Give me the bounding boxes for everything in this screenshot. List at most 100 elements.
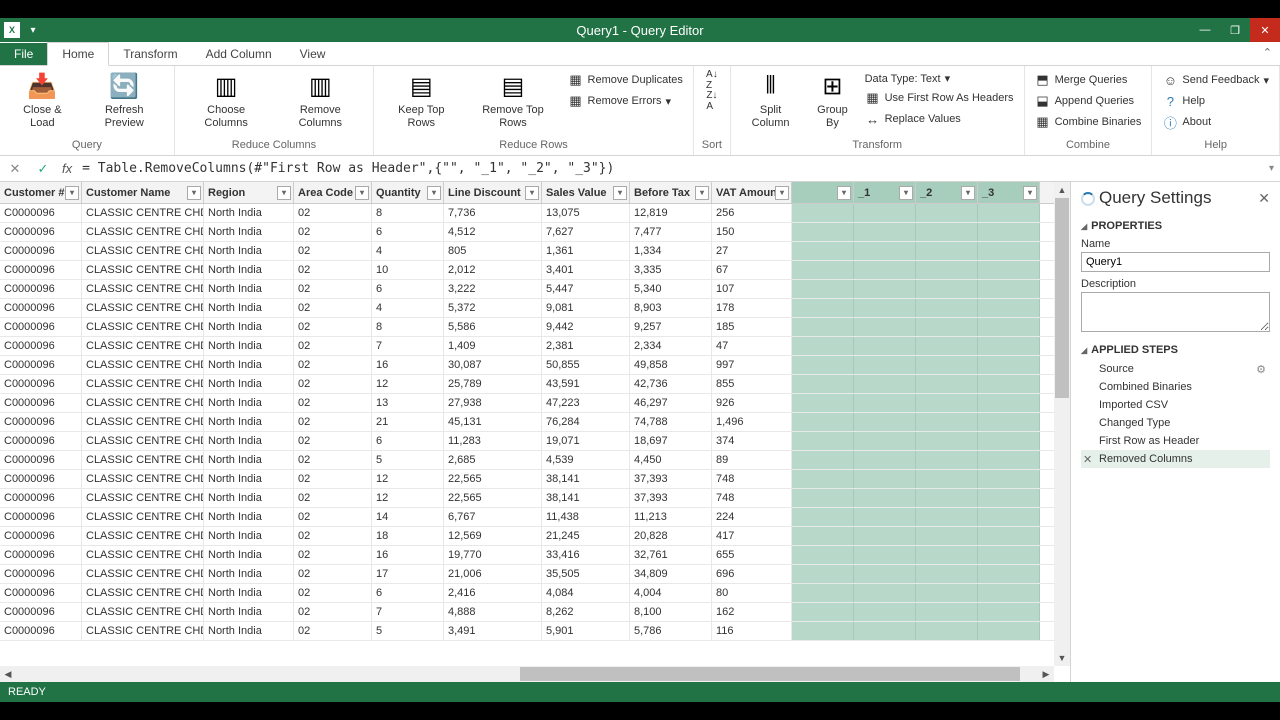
cell[interactable]: 224 <box>712 508 792 526</box>
cell[interactable] <box>854 299 916 317</box>
cell[interactable] <box>916 508 978 526</box>
scroll-thumb[interactable] <box>1055 198 1069 398</box>
cell[interactable]: 27,938 <box>444 394 542 412</box>
filter-icon[interactable]: ▾ <box>427 186 441 200</box>
cell[interactable] <box>916 204 978 222</box>
cell[interactable]: CLASSIC CENTRE CHD <box>82 584 204 602</box>
table-row[interactable]: C0000096CLASSIC CENTRE CHDNorth India021… <box>0 546 1070 565</box>
cell[interactable]: C0000096 <box>0 280 82 298</box>
cell[interactable] <box>854 451 916 469</box>
cell[interactable]: North India <box>204 318 294 336</box>
cell[interactable] <box>916 470 978 488</box>
filter-icon[interactable]: ▾ <box>277 186 291 200</box>
table-row[interactable]: C0000096CLASSIC CENTRE CHDNorth India027… <box>0 337 1070 356</box>
cell[interactable]: 107 <box>712 280 792 298</box>
cell[interactable] <box>916 299 978 317</box>
column-header[interactable]: Quantity▾ <box>372 182 444 203</box>
cell[interactable]: C0000096 <box>0 356 82 374</box>
cell[interactable] <box>978 432 1040 450</box>
cell[interactable]: C0000096 <box>0 432 82 450</box>
cell[interactable]: CLASSIC CENTRE CHD <box>82 394 204 412</box>
cell[interactable]: 5,586 <box>444 318 542 336</box>
cell[interactable] <box>978 204 1040 222</box>
about-button[interactable]: ⓘAbout <box>1158 112 1273 132</box>
cell[interactable] <box>854 527 916 545</box>
cell[interactable]: 02 <box>294 204 372 222</box>
cell[interactable]: 655 <box>712 546 792 564</box>
filter-icon[interactable]: ▾ <box>775 186 789 200</box>
cell[interactable]: 6 <box>372 584 444 602</box>
cell[interactable]: 5,447 <box>542 280 630 298</box>
cell[interactable]: 5,340 <box>630 280 712 298</box>
tab-file[interactable]: File <box>0 43 47 65</box>
column-header[interactable]: Before Tax▾ <box>630 182 712 203</box>
cell[interactable]: 116 <box>712 622 792 640</box>
cell[interactable] <box>854 413 916 431</box>
cell[interactable] <box>916 584 978 602</box>
table-row[interactable]: C0000096CLASSIC CENTRE CHDNorth India025… <box>0 622 1070 641</box>
cell[interactable]: 4,888 <box>444 603 542 621</box>
cell[interactable]: 02 <box>294 565 372 583</box>
cell[interactable]: CLASSIC CENTRE CHD <box>82 470 204 488</box>
cell[interactable] <box>978 318 1040 336</box>
applied-step[interactable]: Changed Type <box>1081 414 1270 432</box>
table-row[interactable]: C0000096CLASSIC CENTRE CHDNorth India021… <box>0 527 1070 546</box>
cell[interactable]: 02 <box>294 413 372 431</box>
cell[interactable]: 33,416 <box>542 546 630 564</box>
cell[interactable] <box>978 261 1040 279</box>
cell[interactable]: 02 <box>294 375 372 393</box>
cell[interactable] <box>792 622 854 640</box>
cell[interactable] <box>792 375 854 393</box>
cell[interactable]: North India <box>204 375 294 393</box>
cell[interactable]: 47 <box>712 337 792 355</box>
cell[interactable]: North India <box>204 223 294 241</box>
cell[interactable]: 17 <box>372 565 444 583</box>
cell[interactable] <box>978 375 1040 393</box>
cell[interactable]: 35,505 <box>542 565 630 583</box>
table-row[interactable]: C0000096CLASSIC CENTRE CHDNorth India025… <box>0 451 1070 470</box>
cell[interactable]: 3,222 <box>444 280 542 298</box>
cell[interactable] <box>916 223 978 241</box>
table-row[interactable]: C0000096CLASSIC CENTRE CHDNorth India021… <box>0 356 1070 375</box>
cell[interactable]: 02 <box>294 223 372 241</box>
cell[interactable] <box>854 242 916 260</box>
cell[interactable]: CLASSIC CENTRE CHD <box>82 432 204 450</box>
cell[interactable]: CLASSIC CENTRE CHD <box>82 508 204 526</box>
cell[interactable]: 16 <box>372 546 444 564</box>
cell[interactable]: 45,131 <box>444 413 542 431</box>
cell[interactable]: 38,141 <box>542 489 630 507</box>
send-feedback-button[interactable]: ☺Send Feedback ▾ <box>1158 70 1273 90</box>
cell[interactable]: North India <box>204 356 294 374</box>
cell[interactable]: CLASSIC CENTRE CHD <box>82 223 204 241</box>
cell[interactable] <box>978 451 1040 469</box>
cell[interactable] <box>978 470 1040 488</box>
applied-step[interactable]: Removed Columns✕ <box>1081 450 1270 468</box>
cell[interactable]: C0000096 <box>0 337 82 355</box>
cell[interactable]: 10 <box>372 261 444 279</box>
cell[interactable]: 855 <box>712 375 792 393</box>
cell[interactable] <box>854 508 916 526</box>
cell[interactable]: North India <box>204 299 294 317</box>
applied-step[interactable]: Combined Binaries <box>1081 378 1270 396</box>
column-header[interactable]: Area Code▾ <box>294 182 372 203</box>
split-column-button[interactable]: ⫴Split Column <box>737 68 804 132</box>
cell[interactable]: 162 <box>712 603 792 621</box>
cell[interactable]: 20,828 <box>630 527 712 545</box>
cell[interactable]: 02 <box>294 603 372 621</box>
cell[interactable]: CLASSIC CENTRE CHD <box>82 565 204 583</box>
cell[interactable]: 4,539 <box>542 451 630 469</box>
cell[interactable]: North India <box>204 280 294 298</box>
table-row[interactable]: C0000096CLASSIC CENTRE CHDNorth India021… <box>0 508 1070 527</box>
column-header[interactable]: VAT Amount▾ <box>712 182 792 203</box>
cell[interactable]: North India <box>204 451 294 469</box>
table-row[interactable]: C0000096CLASSIC CENTRE CHDNorth India021… <box>0 394 1070 413</box>
cell[interactable]: 02 <box>294 394 372 412</box>
cell[interactable]: 02 <box>294 280 372 298</box>
cell[interactable]: C0000096 <box>0 223 82 241</box>
cell[interactable]: C0000096 <box>0 584 82 602</box>
cell[interactable]: 5,786 <box>630 622 712 640</box>
tab-home[interactable]: Home <box>47 42 109 66</box>
cell[interactable]: 37,393 <box>630 470 712 488</box>
cell[interactable] <box>916 337 978 355</box>
cell[interactable]: 9,081 <box>542 299 630 317</box>
